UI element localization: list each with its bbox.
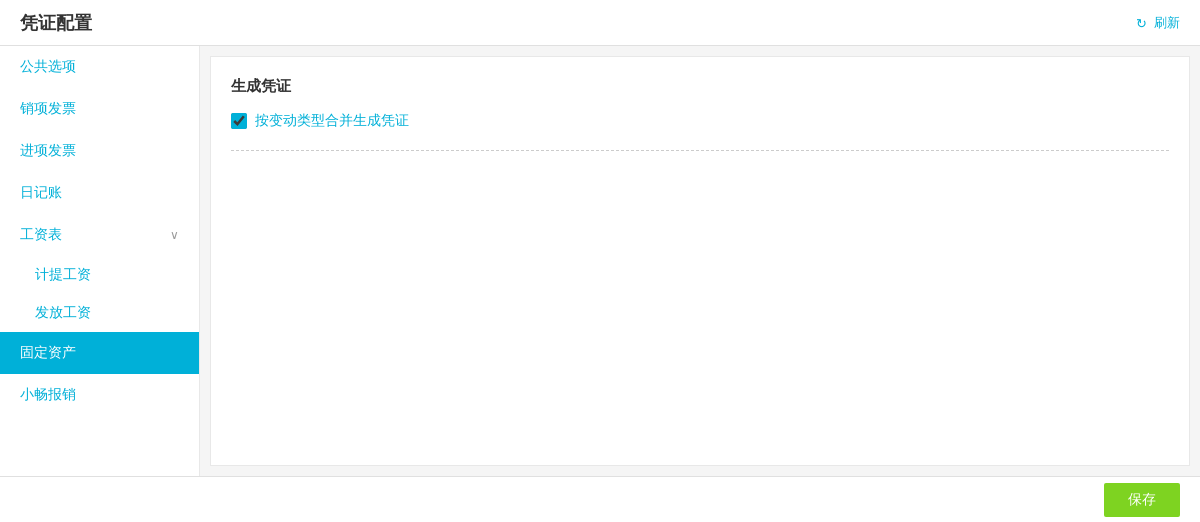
sidebar-item-label: 公共选项	[20, 58, 76, 76]
sidebar-sub-item-label: 计提工资	[35, 266, 91, 282]
sidebar-item-public-options[interactable]: 公共选项	[0, 46, 199, 88]
sidebar-item-purchase-invoice[interactable]: 进项发票	[0, 130, 199, 172]
refresh-icon: ↻	[1136, 16, 1150, 30]
sidebar-item-commission-payroll[interactable]: 计提工资	[0, 256, 199, 294]
sidebar-item-label: 销项发票	[20, 100, 76, 118]
sidebar-item-fixed-assets[interactable]: 固定资产	[0, 332, 199, 374]
refresh-button[interactable]: ↻ 刷新	[1136, 14, 1180, 32]
save-button[interactable]: 保存	[1104, 483, 1180, 517]
sidebar: 公共选项 销项发票 进项发票 日记账 工资表 ∨ 计提工资	[0, 46, 200, 476]
page-title: 凭证配置	[20, 11, 92, 35]
checkbox-label[interactable]: 按变动类型合并生成凭证	[255, 112, 409, 130]
sidebar-item-label: 日记账	[20, 184, 62, 202]
sidebar-item-journal[interactable]: 日记账	[0, 172, 199, 214]
header: 凭证配置 ↻ 刷新	[0, 0, 1200, 46]
footer: 保存	[0, 476, 1200, 522]
section-title: 生成凭证	[231, 77, 1169, 96]
page-wrapper: 凭证配置 ↻ 刷新 公共选项 销项发票 进项发票 日记账	[0, 0, 1200, 522]
sidebar-item-payroll[interactable]: 工资表 ∨	[0, 214, 199, 256]
sidebar-item-sales-invoice[interactable]: 销项发票	[0, 88, 199, 130]
sidebar-item-distribute-payroll[interactable]: 发放工资	[0, 294, 199, 332]
sidebar-item-label: 固定资产	[20, 344, 76, 362]
sidebar-item-label: 进项发票	[20, 142, 76, 160]
chevron-down-icon: ∨	[170, 228, 179, 242]
body: 公共选项 销项发票 进项发票 日记账 工资表 ∨ 计提工资	[0, 46, 1200, 476]
divider	[231, 150, 1169, 151]
merge-checkbox[interactable]	[231, 113, 247, 129]
sidebar-item-label: 小畅报销	[20, 386, 76, 404]
refresh-label: 刷新	[1154, 14, 1180, 32]
sidebar-item-expense-report[interactable]: 小畅报销	[0, 374, 199, 416]
sidebar-sub-item-label: 发放工资	[35, 304, 91, 320]
main-content: 生成凭证 按变动类型合并生成凭证	[210, 56, 1190, 466]
sidebar-item-label: 工资表	[20, 226, 62, 244]
checkbox-row: 按变动类型合并生成凭证	[231, 112, 1169, 130]
